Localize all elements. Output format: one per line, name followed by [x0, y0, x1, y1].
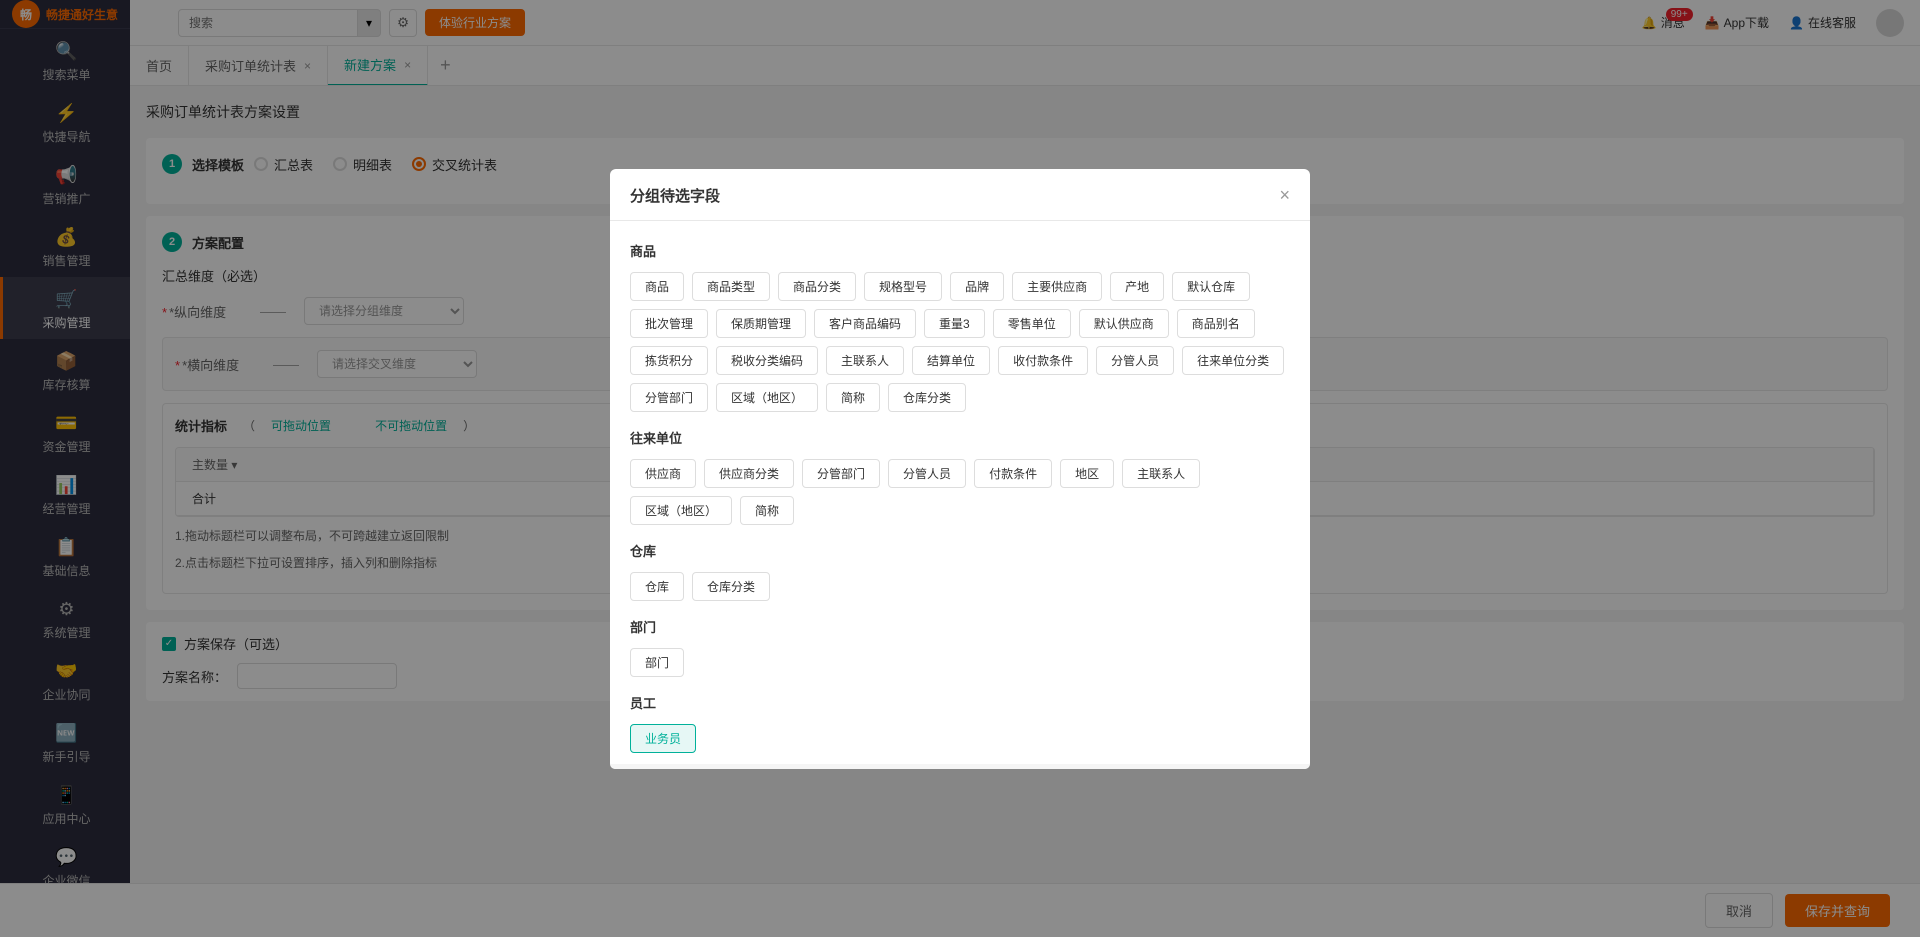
- field-tag-product-4[interactable]: 品牌: [950, 272, 1004, 301]
- section-title-product: 商品: [630, 241, 1290, 260]
- field-tag-product-16[interactable]: 税收分类编码: [716, 346, 818, 375]
- field-group-product: 商品 商品类型 商品分类 规格型号 品牌 主要供应商 产地 默认仓库 批次管理 …: [630, 272, 1290, 412]
- field-tag-product-5[interactable]: 主要供应商: [1012, 272, 1102, 301]
- field-tag-product-6[interactable]: 产地: [1110, 272, 1164, 301]
- dialog-header: 分组待选字段 ×: [610, 169, 1310, 221]
- field-tag-partner-6[interactable]: 主联系人: [1122, 459, 1200, 488]
- field-tag-product-11[interactable]: 重量3: [924, 309, 985, 338]
- dialog-overlay: 分组待选字段 × 商品 商品 商品类型 商品分类 规格型号 品牌 主要供应商 产…: [0, 0, 1920, 937]
- section-title-partner: 往来单位: [630, 428, 1290, 447]
- field-tag-product-10[interactable]: 客户商品编码: [814, 309, 916, 338]
- field-tag-product-9[interactable]: 保质期管理: [716, 309, 806, 338]
- field-group-employee: 业务员: [630, 724, 1290, 753]
- field-tag-warehouse-1[interactable]: 仓库分类: [692, 572, 770, 601]
- section-title-warehouse: 仓库: [630, 541, 1290, 560]
- field-tag-product-21[interactable]: 往来单位分类: [1182, 346, 1284, 375]
- field-tag-product-24[interactable]: 简称: [826, 383, 880, 412]
- field-tag-partner-3[interactable]: 分管人员: [888, 459, 966, 488]
- dialog-title: 分组待选字段: [630, 185, 720, 206]
- field-tag-partner-1[interactable]: 供应商分类: [704, 459, 794, 488]
- field-tag-product-14[interactable]: 商品别名: [1177, 309, 1255, 338]
- field-tag-product-3[interactable]: 规格型号: [864, 272, 942, 301]
- dialog-close-btn[interactable]: ×: [1279, 186, 1290, 204]
- field-tag-product-25[interactable]: 仓库分类: [888, 383, 966, 412]
- field-tag-product-7[interactable]: 默认仓库: [1172, 272, 1250, 301]
- field-tag-product-2[interactable]: 商品分类: [778, 272, 856, 301]
- field-tag-product-13[interactable]: 默认供应商: [1079, 309, 1169, 338]
- field-tag-partner-5[interactable]: 地区: [1060, 459, 1114, 488]
- dialog-scrollbar: [610, 764, 1310, 769]
- field-tag-partner-2[interactable]: 分管部门: [802, 459, 880, 488]
- field-tag-product-23[interactable]: 区域（地区）: [716, 383, 818, 412]
- field-group-partner: 供应商 供应商分类 分管部门 分管人员 付款条件 地区 主联系人 区域（地区） …: [630, 459, 1290, 525]
- field-tag-product-20[interactable]: 分管人员: [1096, 346, 1174, 375]
- field-tag-partner-7[interactable]: 区域（地区）: [630, 496, 732, 525]
- field-tag-product-12[interactable]: 零售单位: [993, 309, 1071, 338]
- field-tag-product-19[interactable]: 收付款条件: [998, 346, 1088, 375]
- field-tag-product-8[interactable]: 批次管理: [630, 309, 708, 338]
- field-tag-product-22[interactable]: 分管部门: [630, 383, 708, 412]
- field-group-dept: 部门: [630, 648, 1290, 677]
- field-tag-product-0[interactable]: 商品: [630, 272, 684, 301]
- field-tag-warehouse-0[interactable]: 仓库: [630, 572, 684, 601]
- field-tag-partner-0[interactable]: 供应商: [630, 459, 696, 488]
- field-tag-dept-0[interactable]: 部门: [630, 648, 684, 677]
- dialog-body: 商品 商品 商品类型 商品分类 规格型号 品牌 主要供应商 产地 默认仓库 批次…: [610, 221, 1310, 764]
- section-title-dept: 部门: [630, 617, 1290, 636]
- field-tag-product-1[interactable]: 商品类型: [692, 272, 770, 301]
- field-tag-product-15[interactable]: 拣货积分: [630, 346, 708, 375]
- field-select-dialog: 分组待选字段 × 商品 商品 商品类型 商品分类 规格型号 品牌 主要供应商 产…: [610, 169, 1310, 769]
- field-tag-partner-4[interactable]: 付款条件: [974, 459, 1052, 488]
- field-group-warehouse: 仓库 仓库分类: [630, 572, 1290, 601]
- field-tag-product-18[interactable]: 结算单位: [912, 346, 990, 375]
- field-tag-employee-0[interactable]: 业务员: [630, 724, 696, 753]
- section-title-employee: 员工: [630, 693, 1290, 712]
- field-tag-partner-8[interactable]: 简称: [740, 496, 794, 525]
- field-tag-product-17[interactable]: 主联系人: [826, 346, 904, 375]
